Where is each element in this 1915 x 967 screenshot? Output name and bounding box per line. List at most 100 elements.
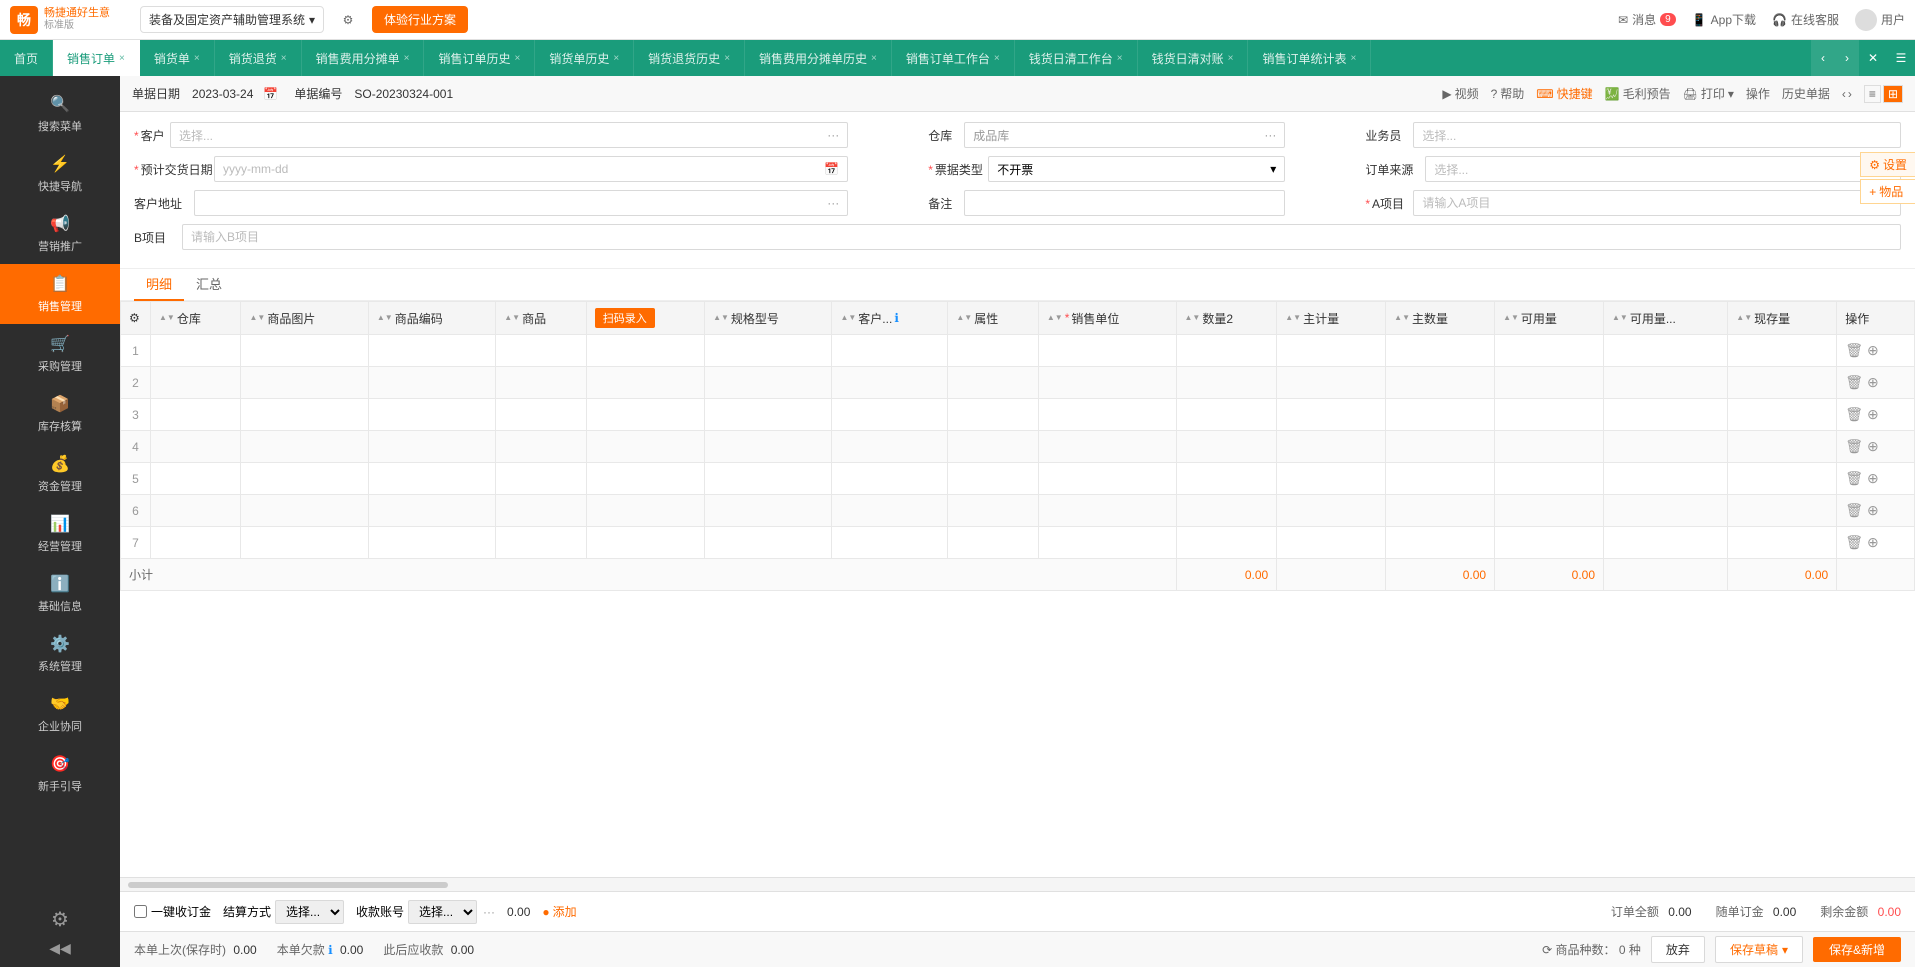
close-icon[interactable]: × (1117, 53, 1123, 64)
delete-icon[interactable]: 🗑 (1845, 470, 1863, 487)
payment-method-select[interactable]: 选择... (275, 900, 344, 924)
sidebar-item-purchase[interactable]: 🛒 采购管理 (0, 324, 120, 384)
tab-return-history[interactable]: 销货退货历史 × (634, 40, 745, 76)
refresh-icon[interactable]: ⟳ (1542, 943, 1552, 957)
customer-address-input[interactable]: ··· (194, 190, 848, 216)
sidebar-item-search[interactable]: 🔍 搜索菜单 (0, 84, 120, 144)
sidebar-item-marketing[interactable]: 📢 营销推广 (0, 204, 120, 264)
sidebar-item-sales[interactable]: 📋 销售管理 (0, 264, 120, 324)
cell-warehouse-1[interactable] (151, 335, 241, 367)
tab-home[interactable]: 首页 (0, 40, 53, 76)
tab-detail[interactable]: 明细 (134, 269, 184, 301)
a-project-input[interactable]: 请输入A项目 (1413, 190, 1901, 216)
system-selector[interactable]: 装备及固定资产辅助管理系统 ▾ (140, 6, 324, 33)
copy-icon[interactable]: ⊕ (1867, 374, 1879, 391)
order-source-select[interactable]: 选择... ▾ (1425, 156, 1901, 182)
copy-icon[interactable]: ⊕ (1867, 470, 1879, 487)
sidebar-item-operations[interactable]: 📊 经营管理 (0, 504, 120, 564)
print-button[interactable]: 🖨 打印 ▾ (1683, 85, 1734, 102)
tab-sales-order-history[interactable]: 销售订单历史 × (424, 40, 535, 76)
close-icon[interactable]: × (404, 53, 410, 64)
cell-image-1[interactable] (241, 335, 368, 367)
settings-icon[interactable]: ⚙ (334, 6, 362, 34)
cell-unit-1[interactable] (1038, 335, 1176, 367)
scroll-area[interactable] (120, 877, 1915, 891)
cell-spec-1[interactable] (705, 335, 832, 367)
warehouse-input[interactable]: 成品库 ··· (964, 122, 1285, 148)
close-icon[interactable]: × (194, 53, 200, 64)
operations-button[interactable]: 操作 (1746, 85, 1770, 102)
grid-view-icon[interactable]: ⊞ (1883, 85, 1903, 103)
nav-close-all[interactable]: ✕ (1859, 40, 1887, 76)
cell-main-qty-1[interactable] (1386, 335, 1495, 367)
nav-menu-icon[interactable]: ☰ (1887, 40, 1915, 76)
add-goods-button[interactable]: + 物品 (1860, 179, 1915, 204)
close-icon[interactable]: × (281, 53, 287, 64)
user-button[interactable]: 用户 (1855, 9, 1905, 31)
app-download-button[interactable]: 📱 App下载 (1692, 11, 1756, 28)
sidebar-item-guide[interactable]: 🎯 新手引导 (0, 744, 120, 804)
one-click-settle-checkbox[interactable]: 一键收订金 (134, 903, 211, 920)
close-icon[interactable]: × (994, 53, 1000, 64)
delivery-date-input[interactable]: yyyy-mm-dd 📅 (214, 156, 848, 182)
tab-daily-reconcile[interactable]: 钱货日清对账 × (1138, 40, 1249, 76)
tab-sales-return[interactable]: 销货退货 × (215, 40, 302, 76)
cell-code-1[interactable] (368, 335, 495, 367)
b-project-input[interactable]: 请输入B项目 (182, 224, 1901, 250)
prev-record-icon[interactable]: ‹ (1842, 87, 1846, 101)
delete-icon[interactable]: 🗑 (1845, 534, 1863, 551)
copy-icon[interactable]: ⊕ (1867, 502, 1879, 519)
tab-sales-order[interactable]: 销售订单 × (53, 40, 140, 76)
sidebar-item-basic-info[interactable]: ℹ️ 基础信息 (0, 564, 120, 624)
sidebar-item-collab[interactable]: 🤝 企业协同 (0, 684, 120, 744)
col-settings[interactable]: ⚙ (121, 302, 151, 335)
customer-input[interactable]: 选择... ··· (170, 122, 848, 148)
tab-sales-invoice-history[interactable]: 销货单历史 × (535, 40, 634, 76)
add-payment-button[interactable]: ● 添加 (542, 903, 576, 920)
cell-avail-ext-1[interactable] (1604, 335, 1728, 367)
settings-panel-button[interactable]: ⚙ 设置 (1860, 152, 1915, 177)
view-video-button[interactable]: ▶ 视频 (1442, 85, 1478, 102)
copy-icon[interactable]: ⊕ (1867, 342, 1879, 359)
remarks-input[interactable] (964, 190, 1285, 216)
cell-avail-1[interactable] (1495, 335, 1604, 367)
cell-product-1[interactable] (496, 335, 586, 367)
cell-scan-1[interactable] (586, 335, 704, 367)
save-draft-button[interactable]: 保存草稿 ▾ (1715, 936, 1803, 963)
list-view-icon[interactable]: ≡ (1864, 85, 1881, 103)
message-button[interactable]: ✉ 消息 9 (1618, 11, 1676, 28)
close-icon[interactable]: × (613, 53, 619, 64)
tab-expense-history[interactable]: 销售费用分摊单历史 × (745, 40, 892, 76)
scan-button[interactable]: 扫码录入 (595, 308, 655, 328)
staff-input[interactable]: 选择... (1413, 122, 1901, 148)
cell-main-unit-1[interactable] (1277, 335, 1386, 367)
close-icon[interactable]: × (724, 53, 730, 64)
delete-icon[interactable]: 🗑 (1845, 502, 1863, 519)
tab-daily-clear[interactable]: 钱货日清工作台 × (1015, 40, 1138, 76)
nav-prev-arrow[interactable]: ‹ (1811, 40, 1835, 76)
sidebar-item-system[interactable]: ⚙️ 系统管理 (0, 624, 120, 684)
sidebar-collapse-button[interactable]: ◀◀ (49, 940, 71, 957)
cell-stock-1[interactable] (1728, 335, 1837, 367)
delete-icon[interactable]: 🗑 (1845, 374, 1863, 391)
close-icon[interactable]: × (871, 53, 877, 64)
one-click-checkbox-input[interactable] (134, 905, 147, 918)
tab-summary[interactable]: 汇总 (184, 269, 234, 301)
delete-icon[interactable]: 🗑 (1845, 406, 1863, 423)
horizontal-scrollbar[interactable] (128, 882, 448, 888)
close-icon[interactable]: × (1228, 53, 1234, 64)
sidebar-item-quicknav[interactable]: ⚡ 快捷导航 (0, 144, 120, 204)
calendar-icon[interactable]: 📅 (263, 87, 278, 101)
copy-icon[interactable]: ⊕ (1867, 438, 1879, 455)
copy-icon[interactable]: ⊕ (1867, 406, 1879, 423)
close-icon[interactable]: × (1350, 53, 1356, 64)
industry-button[interactable]: 体验行业方案 (372, 6, 468, 33)
sidebar-item-finance[interactable]: 💰 资金管理 (0, 444, 120, 504)
close-icon[interactable]: × (514, 53, 520, 64)
tab-sales-stats[interactable]: 销售订单统计表 × (1248, 40, 1371, 76)
payment-account-select[interactable]: 选择... (408, 900, 477, 924)
nav-next-arrow[interactable]: › (1835, 40, 1859, 76)
sidebar-item-inventory[interactable]: 📦 库存核算 (0, 384, 120, 444)
tab-sales-invoice[interactable]: 销货单 × (140, 40, 215, 76)
close-icon[interactable]: × (119, 53, 125, 64)
